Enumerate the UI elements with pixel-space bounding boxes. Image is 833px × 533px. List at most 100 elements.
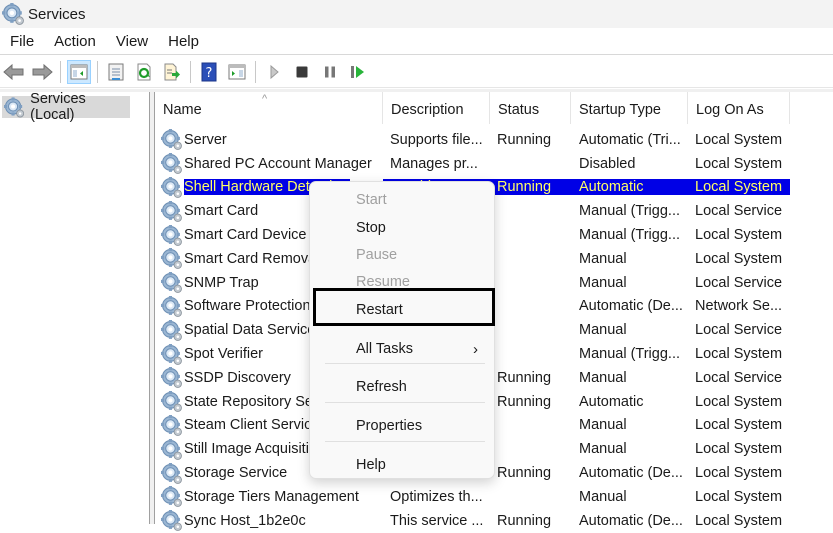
- context-menu-item-help[interactable]: Help: [310, 452, 496, 478]
- start-service-button[interactable]: [262, 60, 286, 84]
- toolbar-separator: [255, 60, 256, 83]
- stop-icon: [296, 66, 308, 77]
- export-list-button[interactable]: [160, 60, 184, 84]
- column-header-status[interactable]: Status: [490, 92, 571, 124]
- toolbar-separator: [97, 60, 98, 83]
- pause-service-button[interactable]: [318, 60, 342, 84]
- cell-name: Storage Tiers Management: [155, 486, 383, 508]
- column-header-log-on-as[interactable]: Log On As: [688, 92, 790, 124]
- cell-name: Shared PC Account Manager: [155, 153, 383, 175]
- service-name: Storage Tiers Management: [184, 488, 359, 505]
- menu-help[interactable]: Help: [158, 33, 209, 50]
- cell-startup-type: Automatic (De...: [579, 298, 683, 315]
- tree-item-services-local[interactable]: Services (Local): [2, 91, 130, 123]
- service-name: Storage Service: [184, 465, 288, 482]
- table-row[interactable]: Storage Tiers Management Optimizes th... M…: [155, 485, 833, 509]
- gear-icon: [161, 200, 182, 222]
- table-row[interactable]: Shared PC Account Manager Manages pr... Di…: [155, 152, 833, 176]
- menu-bar: File Action View Help: [0, 28, 833, 55]
- cell-name: Sync Host_1b2e0c: [155, 510, 383, 532]
- cell-startup-type: Automatic: [571, 179, 688, 196]
- cell-description: Supports file...: [390, 131, 483, 148]
- refresh-icon: [137, 63, 151, 80]
- context-menu-item-start: Start: [310, 187, 496, 213]
- service-name: Server: [184, 131, 227, 148]
- context-menu-item-stop[interactable]: Stop: [310, 215, 496, 241]
- column-header-description[interactable]: Description: [383, 92, 490, 124]
- cell-log-on-as: Local System: [695, 488, 783, 505]
- menu-item-label: Properties: [356, 418, 423, 434]
- service-name: Shared PC Account Manager: [184, 155, 372, 172]
- service-name: Sync Host_1b2e0c: [184, 512, 306, 529]
- toolbar-separator: [60, 60, 61, 83]
- service-name: Spot Verifier: [184, 346, 263, 363]
- gear-icon: [161, 486, 182, 508]
- cell-log-on-as: Local System: [695, 227, 783, 244]
- cell-startup-type: Automatic: [579, 393, 644, 410]
- cell-log-on-as: Local System: [695, 393, 783, 410]
- cell-startup-type: Manual: [579, 250, 627, 267]
- cell-log-on-as: Local System: [695, 465, 783, 482]
- cell-log-on-as: Local System: [695, 417, 783, 434]
- context-menu-item-all-tasks[interactable]: All Tasks ›: [310, 336, 496, 362]
- title-bar: Services: [0, 0, 833, 28]
- cell-description: This service ...: [390, 512, 484, 529]
- action-pane-icon: [228, 64, 246, 79]
- gear-icon: [161, 176, 182, 198]
- menu-separator: [325, 402, 485, 403]
- column-label: Description: [391, 102, 464, 118]
- cell-name: Server: [155, 129, 383, 151]
- context-menu-item-refresh[interactable]: Refresh: [310, 374, 496, 400]
- arrow-left-icon: [3, 63, 24, 80]
- console-tree-icon: [70, 64, 88, 79]
- table-row[interactable]: Sync Host_1b2e0c This service ... Running A…: [155, 509, 833, 533]
- menu-view[interactable]: View: [106, 33, 158, 50]
- context-menu-item-properties[interactable]: Properties: [310, 413, 496, 439]
- cell-description: Manages pr...: [390, 155, 478, 172]
- cell-startup-type: Manual: [579, 274, 627, 291]
- gear-icon: [161, 272, 182, 294]
- column-label: Name: [163, 102, 202, 118]
- cell-log-on-as: Local System: [695, 155, 783, 172]
- cell-startup-type: Manual: [579, 441, 627, 458]
- cell-status: Running: [497, 512, 552, 529]
- column-header-name[interactable]: Name ^: [155, 92, 383, 124]
- show-action-pane-button[interactable]: [225, 60, 249, 84]
- forward-button[interactable]: [30, 60, 54, 84]
- gear-icon: [161, 248, 182, 270]
- cell-log-on-as: Local System: [695, 250, 783, 267]
- stop-service-button[interactable]: [290, 60, 314, 84]
- cell-startup-type: Manual: [579, 417, 627, 434]
- menu-action[interactable]: Action: [44, 33, 106, 50]
- list-header: Name ^ Description Status Startup Type L…: [155, 92, 833, 124]
- gear-icon: [161, 343, 182, 365]
- gear-icon: [161, 391, 182, 413]
- properties-button[interactable]: [104, 60, 128, 84]
- help-button[interactable]: ?: [197, 60, 221, 84]
- column-label: Startup Type: [579, 102, 661, 118]
- menu-file[interactable]: File: [0, 33, 44, 50]
- menu-item-label: Start: [356, 192, 387, 208]
- show-hide-console-tree-button[interactable]: [67, 59, 91, 84]
- arrow-right-icon: [32, 63, 53, 80]
- gear-icon: [161, 462, 182, 484]
- tree-item-label: Services (Local): [30, 91, 86, 123]
- cell-log-on-as: Local System: [695, 441, 783, 458]
- service-name: SSDP Discovery: [184, 369, 291, 386]
- refresh-button[interactable]: [132, 60, 156, 84]
- back-button[interactable]: [2, 60, 26, 84]
- context-menu: Start Stop Pause Resume Restart All Tasks › Ref…: [309, 181, 495, 479]
- gear-icon: [161, 319, 182, 341]
- service-name: SNMP Trap: [184, 274, 259, 291]
- column-header-startup-type[interactable]: Startup Type: [571, 92, 688, 124]
- cell-startup-type: Automatic (De...: [579, 465, 683, 482]
- cell-log-on-as: Local Service: [695, 203, 783, 220]
- gear-icon: [161, 153, 182, 175]
- toolbar: ?: [0, 56, 833, 88]
- restart-highlight-box: [313, 288, 495, 326]
- help-icon: ?: [201, 62, 217, 81]
- restart-service-button[interactable]: [346, 60, 370, 84]
- cell-startup-type: Manual (Trigg...: [579, 346, 680, 363]
- table-row[interactable]: Server Supports file... Running Automatic (…: [155, 128, 833, 152]
- gear-icon: [161, 367, 182, 389]
